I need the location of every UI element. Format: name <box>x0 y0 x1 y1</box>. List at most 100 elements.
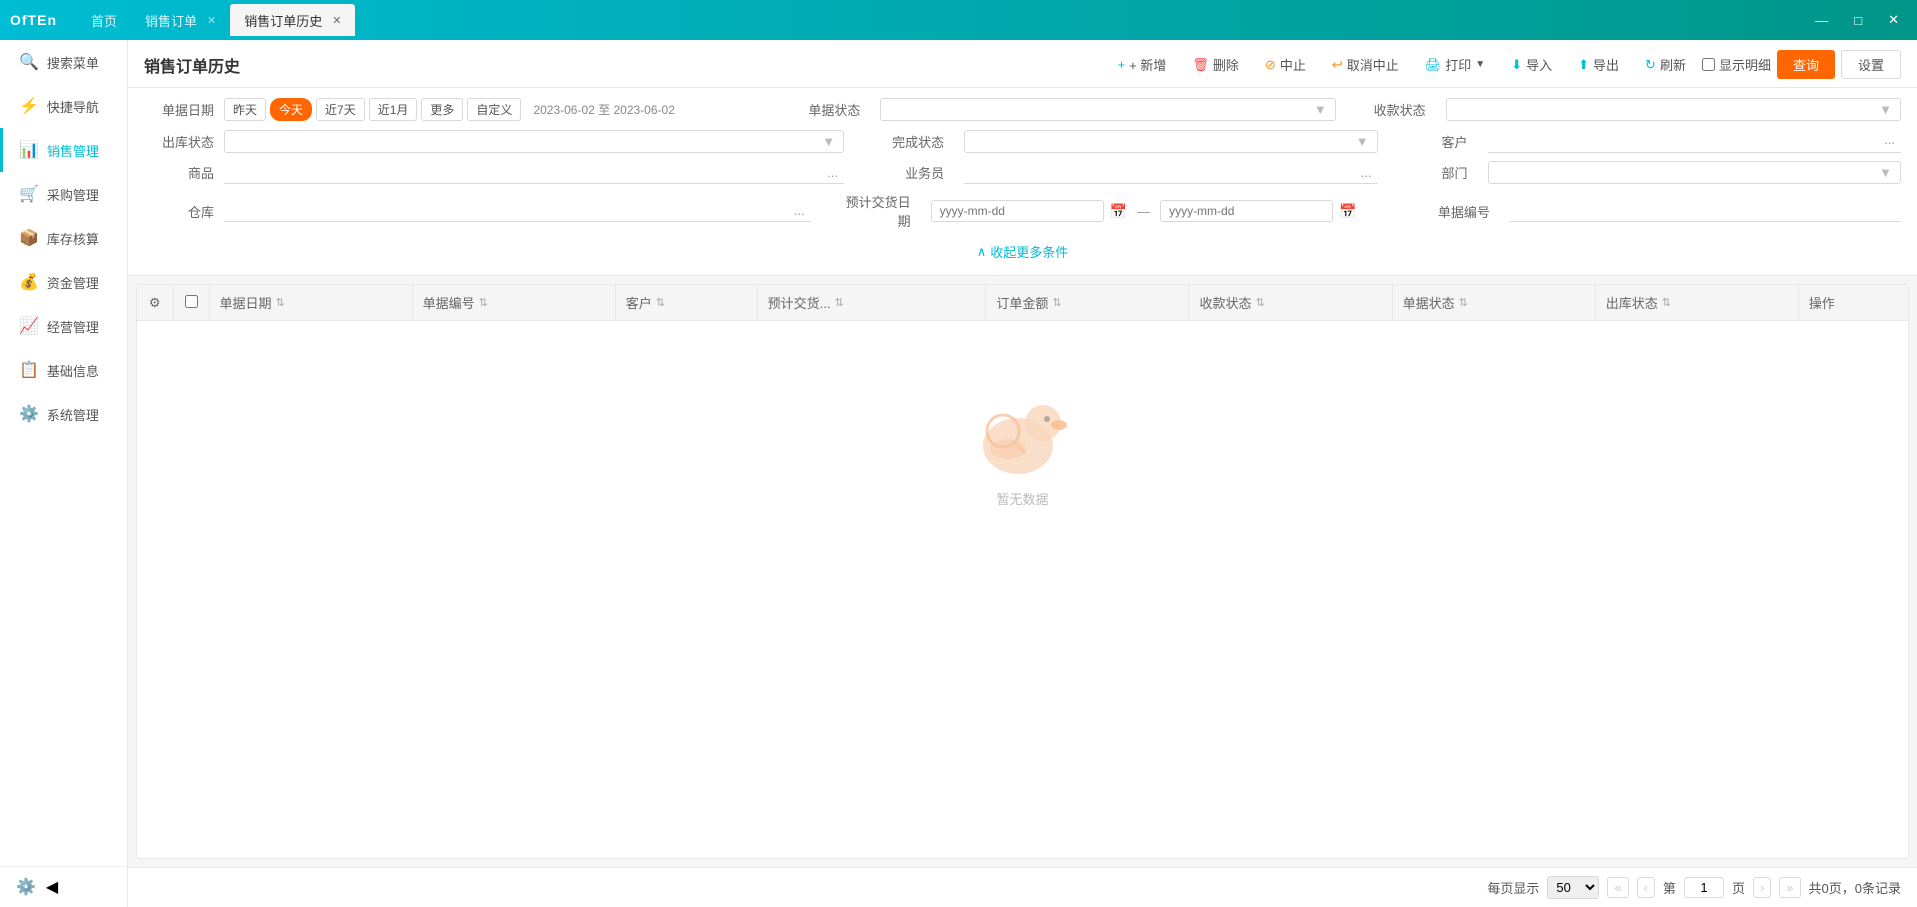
first-page-btn[interactable]: « <box>1607 877 1628 898</box>
import-button[interactable]: ⬇ 导入 <box>1501 51 1562 78</box>
tab-sales-order[interactable]: 销售订单 ✕ <box>131 4 230 36</box>
date-btn-today[interactable]: 今天 <box>270 98 312 121</box>
complete-select[interactable]: ▼ <box>964 130 1377 153</box>
refresh-button[interactable]: ↻ 刷新 <box>1635 51 1696 78</box>
next-page-btn[interactable]: › <box>1753 877 1771 898</box>
date-btn-1month[interactable]: 近1月 <box>369 98 418 121</box>
delete-button[interactable]: 🗑 删除 <box>1182 51 1249 78</box>
sidebar-item-inventory[interactable]: 📦 库存核算 <box>0 216 127 260</box>
system-icon: ⚙️ <box>19 404 39 424</box>
complete-arrow: ▼ <box>1356 134 1369 149</box>
print-button[interactable]: 🖨 打印 ▼ <box>1415 51 1495 78</box>
display-toggle-checkbox[interactable] <box>1702 58 1715 71</box>
search-button[interactable]: 查询 <box>1777 50 1835 79</box>
warehouse-input[interactable] <box>224 200 788 221</box>
empty-cell: 暂无数据 <box>137 321 1908 569</box>
total-info: 共0页，0条记录 <box>1809 878 1901 897</box>
cancel-stop-icon: ↩ <box>1332 57 1343 73</box>
outbound-select[interactable]: ▼ <box>224 130 844 153</box>
content-area: 销售订单历史 + + 新增 🗑 删除 ⊘ 中止 ↩ 取消中止 <box>128 40 1917 907</box>
window-controls: — □ ✕ <box>1807 8 1907 32</box>
warehouse-dots[interactable]: ... <box>788 203 811 218</box>
delivery-date-to[interactable] <box>1160 200 1333 222</box>
payment-status-label: 收款状态 <box>1356 100 1436 119</box>
sidebar-item-purchase[interactable]: 🛒 采购管理 <box>0 172 127 216</box>
page-size-select[interactable]: 10 20 50 100 <box>1547 876 1599 899</box>
th-checkbox[interactable] <box>173 285 209 321</box>
gear-icon[interactable]: ⚙ <box>149 295 161 310</box>
sidebar-item-basic-info-label: 基础信息 <box>47 361 99 380</box>
settings-button[interactable]: 设置 <box>1841 50 1901 79</box>
payment-status-select[interactable]: ▼ <box>1446 98 1901 121</box>
filter-row-2: 出库状态 ▼ 完成状态 ▼ 客户 ... <box>144 129 1901 153</box>
stop-icon: ⊘ <box>1265 57 1276 73</box>
th-outbound-status[interactable]: 出库状态 ⇅ <box>1595 285 1798 321</box>
th-order-status[interactable]: 单据状态 ⇅ <box>1392 285 1595 321</box>
sort-orderstatus-icon: ⇅ <box>1459 296 1468 309</box>
th-customer[interactable]: 客户 ⇅ <box>615 285 757 321</box>
goods-dots[interactable]: ... <box>821 165 844 180</box>
order-no-input[interactable] <box>1510 200 1901 222</box>
sidebar-item-finance[interactable]: 💰 资金管理 <box>0 260 127 304</box>
import-label: 导入 <box>1526 55 1552 74</box>
goods-input[interactable] <box>224 162 821 183</box>
collapse-button[interactable]: ∧ 收起更多条件 <box>973 238 1073 265</box>
sidebar-item-operations[interactable]: 📈 经营管理 <box>0 304 127 348</box>
department-select[interactable]: ▼ <box>1488 161 1901 184</box>
sidebar-item-system[interactable]: ⚙️ 系统管理 <box>0 392 127 436</box>
customer-dots[interactable]: ... <box>1878 132 1901 147</box>
page-number-input[interactable] <box>1684 877 1724 898</box>
sidebar-item-basic-info[interactable]: 📋 基础信息 <box>0 348 127 392</box>
select-all-checkbox[interactable] <box>185 295 198 308</box>
customer-input[interactable] <box>1488 129 1879 150</box>
sidebar-item-quicknav[interactable]: ⚡ 快捷导航 <box>0 84 127 128</box>
sidebar-collapse-icon[interactable]: ◀ <box>46 877 58 897</box>
salesperson-dots[interactable]: ... <box>1355 165 1378 180</box>
maximize-icon[interactable]: □ <box>1846 9 1870 32</box>
sidebar-item-finance-label: 资金管理 <box>47 273 99 292</box>
sidebar-settings-icon[interactable]: ⚙️ <box>16 877 36 897</box>
th-amount[interactable]: 订单金额 ⇅ <box>986 285 1189 321</box>
th-date[interactable]: 单据日期 ⇅ <box>209 285 412 321</box>
sidebar-item-sales[interactable]: 📊 销售管理 <box>0 128 127 172</box>
sort-orderno-icon: ⇅ <box>479 296 488 309</box>
date-btn-yesterday[interactable]: 昨天 <box>224 98 266 121</box>
date-label: 单据日期 <box>144 100 224 119</box>
export-button[interactable]: ⬆ 导出 <box>1568 51 1629 78</box>
th-delivery[interactable]: 预计交货... ⇅ <box>757 285 986 321</box>
empty-duck-illustration <box>963 381 1083 481</box>
calendar-from-icon[interactable]: 📅 <box>1110 203 1127 220</box>
date-range-text: 2023-06-02 至 2023-06-02 <box>533 101 674 118</box>
salesperson-input[interactable] <box>964 162 1355 183</box>
th-gear[interactable]: ⚙ <box>137 285 173 321</box>
toolbar: + + 新增 🗑 删除 ⊘ 中止 ↩ 取消中止 🖨 打印 <box>1108 50 1901 79</box>
main-layout: 🔍 搜索菜单 ⚡ 快捷导航 📊 销售管理 🛒 采购管理 📦 库存核算 💰 资金管… <box>0 40 1917 907</box>
new-button[interactable]: + + 新增 <box>1108 51 1177 78</box>
prev-page-btn[interactable]: ‹ <box>1637 877 1655 898</box>
delivery-date-from[interactable] <box>931 200 1104 222</box>
table-header: ⚙ 单据日期 ⇅ 单据编号 <box>137 285 1908 321</box>
last-page-btn[interactable]: » <box>1779 877 1800 898</box>
stop-button[interactable]: ⊘ 中止 <box>1255 51 1316 78</box>
minimize-icon[interactable]: — <box>1807 9 1836 32</box>
date-btn-custom[interactable]: 自定义 <box>467 98 521 121</box>
status-select[interactable]: ▼ <box>880 98 1335 121</box>
sidebar-item-system-label: 系统管理 <box>47 405 99 424</box>
sidebar-item-purchase-label: 采购管理 <box>47 185 99 204</box>
th-payment-status[interactable]: 收款状态 ⇅ <box>1189 285 1392 321</box>
tab-home[interactable]: 首页 <box>77 4 131 36</box>
sidebar-item-search[interactable]: 🔍 搜索菜单 <box>0 40 127 84</box>
tab-sales-order-history[interactable]: 销售订单历史 ✕ <box>230 4 355 36</box>
sort-date-icon: ⇅ <box>276 296 285 309</box>
finance-icon: 💰 <box>19 272 39 292</box>
tab-sales-order-close[interactable]: ✕ <box>207 14 216 27</box>
new-label: + 新增 <box>1129 55 1166 74</box>
tab-sales-order-history-close[interactable]: ✕ <box>332 14 341 27</box>
cancel-stop-button[interactable]: ↩ 取消中止 <box>1322 51 1409 78</box>
th-order-no[interactable]: 单据编号 ⇅ <box>412 285 615 321</box>
calendar-to-icon[interactable]: 📅 <box>1339 203 1356 220</box>
display-toggle[interactable]: 显示明细 <box>1702 55 1771 74</box>
close-icon[interactable]: ✕ <box>1880 8 1907 32</box>
date-btn-more[interactable]: 更多 <box>421 98 463 121</box>
date-btn-7days[interactable]: 近7天 <box>316 98 365 121</box>
